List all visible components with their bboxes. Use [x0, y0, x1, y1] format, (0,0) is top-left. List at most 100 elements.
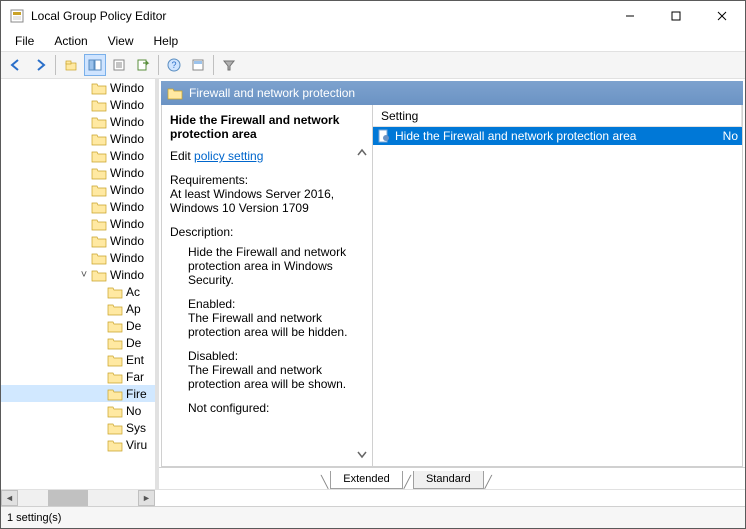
- tree-item-label: Windo: [110, 217, 144, 231]
- tree-item-label: Windo: [110, 234, 144, 248]
- enabled-section: Enabled: The Firewall and network protec…: [170, 297, 366, 339]
- tree-item[interactable]: Viru: [1, 436, 155, 453]
- tree-item[interactable]: Windo: [1, 147, 155, 164]
- disabled-text: The Firewall and network protection area…: [188, 363, 366, 391]
- tree-item[interactable]: Windo: [1, 164, 155, 181]
- requirements-section: Requirements: At least Windows Server 20…: [170, 173, 366, 215]
- tree-item-label: Far: [126, 370, 144, 384]
- policy-setting-link[interactable]: policy setting: [194, 149, 263, 163]
- menu-help[interactable]: Help: [144, 32, 189, 50]
- help-button[interactable]: ?: [163, 54, 185, 76]
- tree-item[interactable]: ˅Windo: [1, 266, 155, 283]
- folder-icon: [91, 81, 107, 95]
- folder-icon: [91, 98, 107, 112]
- maximize-button[interactable]: [653, 1, 699, 31]
- tab-standard[interactable]: Standard: [413, 471, 484, 489]
- forward-button[interactable]: [29, 54, 51, 76]
- tree-item[interactable]: Windo: [1, 113, 155, 130]
- tree-item[interactable]: De: [1, 317, 155, 334]
- scroll-track[interactable]: [18, 490, 138, 506]
- tree-item-label: Ent: [126, 353, 144, 367]
- filter-button[interactable]: [218, 54, 240, 76]
- description-section: Description: Hide the Firewall and netwo…: [170, 225, 366, 287]
- scroll-up-icon[interactable]: [354, 145, 370, 161]
- tree-item[interactable]: Windo: [1, 130, 155, 147]
- folder-icon: [91, 217, 107, 231]
- minimize-button[interactable]: [607, 1, 653, 31]
- tree-item[interactable]: Windo: [1, 181, 155, 198]
- folder-icon: [91, 166, 107, 180]
- tree-item-label: Windo: [110, 115, 144, 129]
- column-setting[interactable]: Setting: [373, 105, 742, 126]
- tree-item[interactable]: De: [1, 334, 155, 351]
- tree-item[interactable]: Windo: [1, 215, 155, 232]
- enabled-label: Enabled:: [188, 297, 366, 311]
- requirements-label: Requirements:: [170, 173, 366, 187]
- body: WindoWindoWindoWindoWindoWindoWindoWindo…: [1, 79, 745, 489]
- list-rows: Hide the Firewall and network protection…: [373, 127, 742, 466]
- tab-extended[interactable]: Extended: [330, 471, 402, 489]
- tree-item[interactable]: No: [1, 402, 155, 419]
- folder-icon: [91, 200, 107, 214]
- tabs: ╲ Extended ╱ Standard ╱: [159, 467, 745, 489]
- folder-icon: [107, 387, 123, 401]
- tree-item[interactable]: Ap: [1, 300, 155, 317]
- tree-item-label: De: [126, 319, 141, 333]
- menu-action[interactable]: Action: [44, 32, 97, 50]
- tree-horizontal-scrollbar[interactable]: ◄ ►: [1, 489, 745, 506]
- tree-item[interactable]: Ent: [1, 351, 155, 368]
- folder-icon: [91, 251, 107, 265]
- up-button[interactable]: [60, 54, 82, 76]
- folder-icon: [91, 183, 107, 197]
- tree-item-label: Ap: [126, 302, 141, 316]
- content-header: Firewall and network protection: [161, 81, 743, 105]
- tree-item[interactable]: Windo: [1, 198, 155, 215]
- export-button[interactable]: [132, 54, 154, 76]
- folder-icon: [107, 404, 123, 418]
- enabled-text: The Firewall and network protection area…: [188, 311, 366, 339]
- tree-pane[interactable]: WindoWindoWindoWindoWindoWindoWindoWindo…: [1, 79, 155, 489]
- folder-icon: [107, 319, 123, 333]
- tree-item[interactable]: Windo: [1, 232, 155, 249]
- tree-item-label: Viru: [126, 438, 147, 452]
- disabled-label: Disabled:: [188, 349, 366, 363]
- content-header-title: Firewall and network protection: [189, 86, 355, 100]
- requirements-text: At least Windows Server 2016, Windows 10…: [170, 187, 366, 215]
- list-row[interactable]: Hide the Firewall and network protection…: [373, 127, 742, 145]
- scroll-left-button[interactable]: ◄: [1, 490, 18, 506]
- folder-icon: [91, 234, 107, 248]
- menu-file[interactable]: File: [5, 32, 44, 50]
- tree-item[interactable]: Sys: [1, 419, 155, 436]
- tree-item[interactable]: Far: [1, 368, 155, 385]
- tree-item-label: No: [126, 404, 141, 418]
- tree-item[interactable]: Ac: [1, 283, 155, 300]
- folder-icon: [91, 115, 107, 129]
- tree-item-label: Windo: [110, 132, 144, 146]
- options-button[interactable]: [187, 54, 209, 76]
- tree-expand-icon[interactable]: ˅: [77, 269, 91, 281]
- properties-button[interactable]: [108, 54, 130, 76]
- close-button[interactable]: [699, 1, 745, 31]
- folder-icon: [107, 421, 123, 435]
- list-header: Setting: [373, 105, 742, 127]
- folder-icon: [107, 285, 123, 299]
- show-hide-tree-button[interactable]: [84, 54, 106, 76]
- scroll-right-button[interactable]: ►: [138, 490, 155, 506]
- policy-icon: [377, 129, 391, 143]
- tree-item[interactable]: Fire: [1, 385, 155, 402]
- description-text: Hide the Firewall and network protection…: [188, 245, 366, 287]
- tree-item-label: De: [126, 336, 141, 350]
- policy-title: Hide the Firewall and network protection…: [170, 113, 366, 141]
- menu-view[interactable]: View: [98, 32, 144, 50]
- tree-item[interactable]: Windo: [1, 79, 155, 96]
- folder-icon: [107, 336, 123, 350]
- folder-icon: [107, 302, 123, 316]
- back-button[interactable]: [5, 54, 27, 76]
- tree-item[interactable]: Windo: [1, 96, 155, 113]
- app-icon: [9, 8, 25, 24]
- scroll-thumb[interactable]: [48, 490, 88, 506]
- tree-item-label: Windo: [110, 98, 144, 112]
- tree-item[interactable]: Windo: [1, 249, 155, 266]
- folder-icon: [107, 438, 123, 452]
- scroll-down-icon[interactable]: [354, 446, 370, 462]
